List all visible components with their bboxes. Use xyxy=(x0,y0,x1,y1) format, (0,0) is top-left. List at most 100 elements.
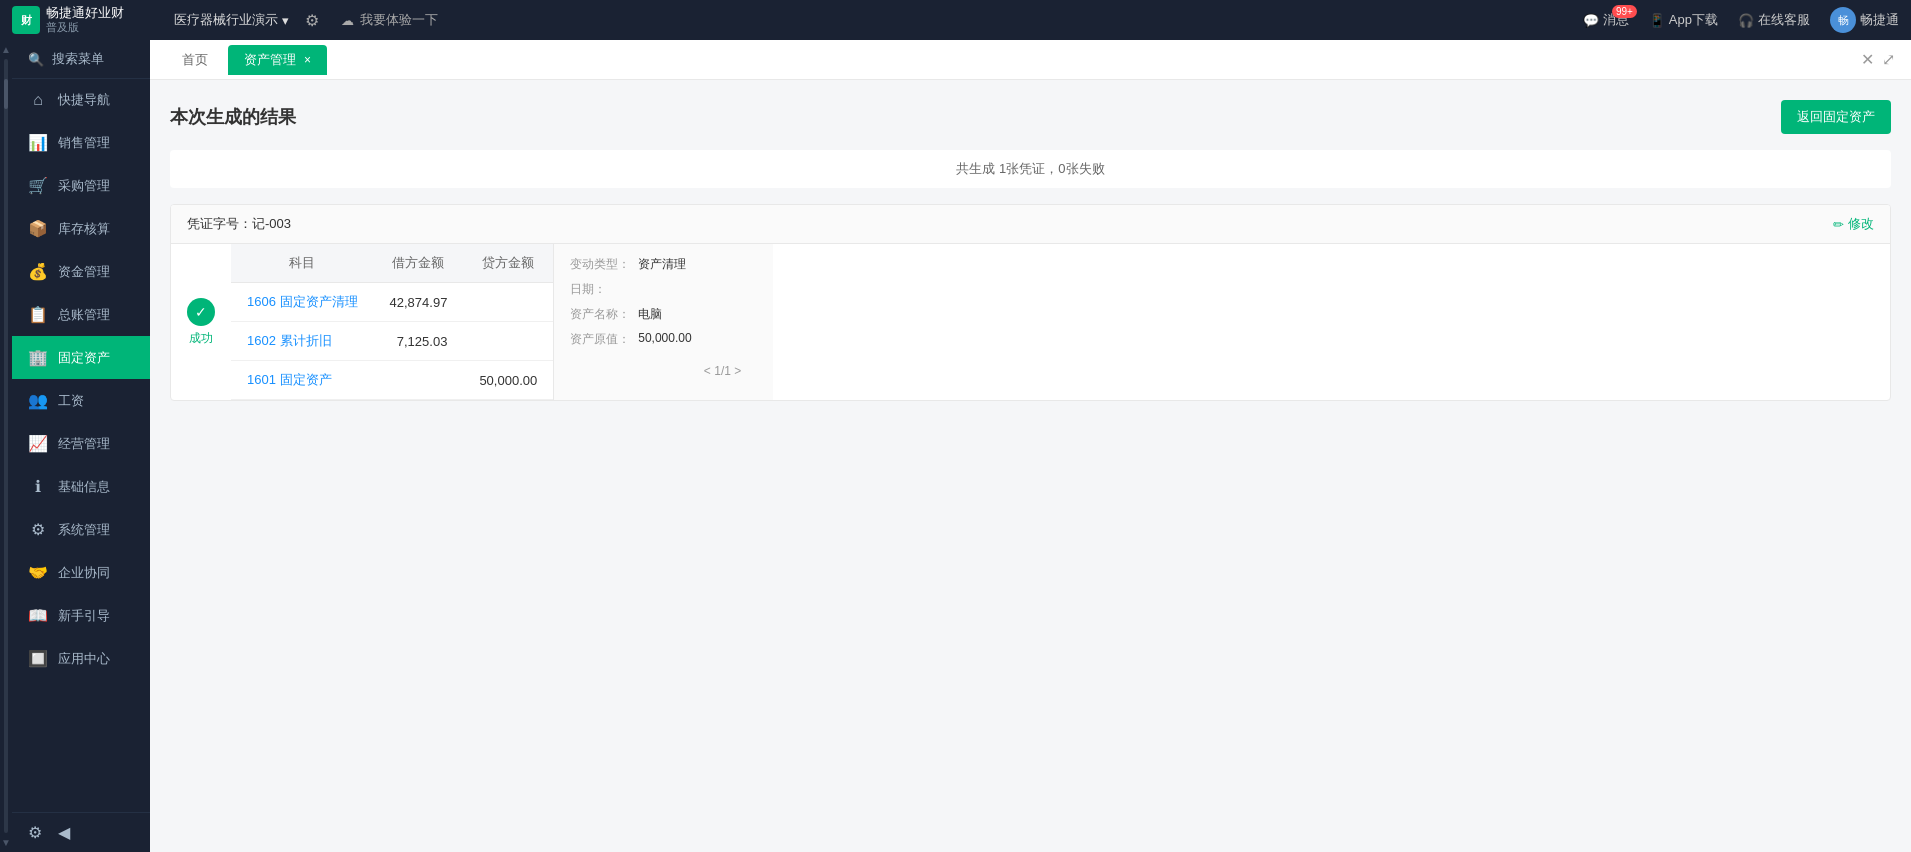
tab-bar: 首页 资产管理 × ✕ ⤢ xyxy=(150,40,1911,80)
sidebar: 🔍 搜索菜单 ⌂ 快捷导航 📊 销售管理 🛒 采购管理 📦 库存核算 💰 xyxy=(12,40,150,852)
main-layout: ▲ ▼ 🔍 搜索菜单 ⌂ 快捷导航 📊 销售管理 🛒 采购管理 xyxy=(0,40,1911,852)
asset-value-value: 50,000.00 xyxy=(638,331,691,348)
sidebar-label-inventory: 库存核算 xyxy=(58,220,110,238)
page-content: 本次生成的结果 返回固定资产 共生成 1张凭证，0张失败 凭证字号：记-003 … xyxy=(150,80,1911,852)
sidebar-label-basic-info: 基础信息 xyxy=(58,478,110,496)
summary-text: 共生成 1张凭证，0张失败 xyxy=(956,161,1104,176)
customer-service-label: 在线客服 xyxy=(1758,11,1810,29)
status-text: 成功 xyxy=(189,330,213,347)
sidebar-item-sales[interactable]: 📊 销售管理 xyxy=(12,121,150,164)
topbar: 财 畅捷通好业财 普及版 医疗器械行业演示 ▾ ⚙ ☁ 我要体验一下 💬 消息 … xyxy=(0,0,1911,40)
fixed-assets-icon: 🏢 xyxy=(28,348,48,367)
dropdown-icon: ▾ xyxy=(282,13,289,28)
row2-subject: 1602 累计折旧 xyxy=(231,322,374,361)
row1-credit xyxy=(463,283,553,322)
asset-value-label: 资产原值： xyxy=(570,331,630,348)
basic-info-icon: ℹ xyxy=(28,477,48,496)
app-download-label: App下载 xyxy=(1669,11,1718,29)
sidebar-label-sales: 销售管理 xyxy=(58,134,110,152)
panel-close-icon[interactable]: ✕ xyxy=(1861,50,1874,69)
company-settings-icon[interactable]: ⚙ xyxy=(305,11,319,30)
avatar: 畅 xyxy=(1830,7,1856,33)
panel-expand-icon[interactable]: ⤢ xyxy=(1882,50,1895,69)
experience-area[interactable]: ☁ 我要体验一下 xyxy=(341,11,438,29)
app-edition: 普及版 xyxy=(46,20,124,35)
sidebar-item-apps[interactable]: 🔲 应用中心 xyxy=(12,637,150,680)
sidebar-item-guide[interactable]: 📖 新手引导 xyxy=(12,594,150,637)
sidebar-item-quick-nav[interactable]: ⌂ 快捷导航 xyxy=(12,79,150,121)
sidebar-item-system[interactable]: ⚙ 系统管理 xyxy=(12,508,150,551)
sidebar-search[interactable]: 🔍 搜索菜单 xyxy=(12,40,150,79)
system-icon: ⚙ xyxy=(28,520,48,539)
inventory-icon: 📦 xyxy=(28,219,48,238)
sidebar-label-apps: 应用中心 xyxy=(58,650,110,668)
sidebar-label-ops: 经营管理 xyxy=(58,435,110,453)
app-download-button[interactable]: 📱 App下载 xyxy=(1649,11,1718,29)
cloud-icon: ☁ xyxy=(341,13,354,28)
sidebar-label-enterprise: 企业协同 xyxy=(58,564,110,582)
sidebar-label-fixed-assets: 固定资产 xyxy=(58,349,110,367)
voucher-body: ✓ 成功 科目 借方金额 贷方金额 xyxy=(171,244,1890,400)
sidebar-item-ops[interactable]: 📈 经营管理 xyxy=(12,422,150,465)
side-pagination[interactable]: < 1/1 > xyxy=(570,356,757,386)
settings-bottom-icon[interactable]: ⚙ xyxy=(28,823,42,842)
sidebar-label-finance: 资金管理 xyxy=(58,263,110,281)
tab-home[interactable]: 首页 xyxy=(166,45,224,75)
voucher-status: ✓ 成功 xyxy=(171,244,231,400)
voucher-edit-button[interactable]: ✏ 修改 xyxy=(1833,215,1874,233)
voucher-table-wrapper: 科目 借方金额 贷方金额 1606 固定资产清理 42,874.97 xyxy=(231,244,553,400)
col-header-subject: 科目 xyxy=(231,244,374,283)
sidebar-item-fixed-assets[interactable]: 🏢 固定资产 xyxy=(12,336,150,379)
user-menu[interactable]: 畅 畅捷通 xyxy=(1830,7,1899,33)
row2-credit xyxy=(463,322,553,361)
sidebar-item-inventory[interactable]: 📦 库存核算 xyxy=(12,207,150,250)
row3-credit: 50,000.00 xyxy=(463,361,553,400)
sidebar-bottom: ⚙ ◀ xyxy=(12,812,150,852)
messages-button[interactable]: 💬 消息 99+ xyxy=(1583,11,1629,29)
apps-icon: 🔲 xyxy=(28,649,48,668)
tab-asset-management[interactable]: 资产管理 × xyxy=(228,45,327,75)
asset-name-label: 资产名称： xyxy=(570,306,630,323)
sidebar-item-finance[interactable]: 💰 资金管理 xyxy=(12,250,150,293)
sidebar-item-basic-info[interactable]: ℹ 基础信息 xyxy=(12,465,150,508)
search-icon: 🔍 xyxy=(28,52,44,67)
sidebar-label-system: 系统管理 xyxy=(58,521,110,539)
company-name: 医疗器械行业演示 xyxy=(174,11,278,29)
sidebar-scroll-up[interactable]: ▲ xyxy=(1,44,11,55)
voucher-card: 凭证字号：记-003 ✏ 修改 ✓ 成功 xyxy=(170,204,1891,401)
messages-badge: 99+ xyxy=(1612,5,1637,18)
user-name: 畅捷通 xyxy=(1860,11,1899,29)
date-label: 日期： xyxy=(570,281,606,298)
message-icon: 💬 xyxy=(1583,13,1599,28)
return-button[interactable]: 返回固定资产 xyxy=(1781,100,1891,134)
customer-service-button[interactable]: 🎧 在线客服 xyxy=(1738,11,1810,29)
sidebar-item-enterprise[interactable]: 🤝 企业协同 xyxy=(12,551,150,594)
app-name: 畅捷通好业财 xyxy=(46,5,124,21)
home-tab-label: 首页 xyxy=(182,52,208,67)
sidebar-item-ledger[interactable]: 📋 总账管理 xyxy=(12,293,150,336)
sidebar-scroll-down[interactable]: ▼ xyxy=(1,837,11,848)
sidebar-label-quick-nav: 快捷导航 xyxy=(58,91,110,109)
sales-icon: 📊 xyxy=(28,133,48,152)
purchase-icon: 🛒 xyxy=(28,176,48,195)
active-tab-label: 资产管理 xyxy=(244,51,296,69)
page-header: 本次生成的结果 返回固定资产 xyxy=(170,100,1891,134)
download-icon: 📱 xyxy=(1649,13,1665,28)
table-row: 1601 固定资产 50,000.00 xyxy=(231,361,553,400)
ledger-icon: 📋 xyxy=(28,305,48,324)
toggle-sidebar-button[interactable]: ◀ xyxy=(58,823,70,842)
edit-label: 修改 xyxy=(1848,215,1874,233)
page-title: 本次生成的结果 xyxy=(170,105,296,129)
experience-text: 我要体验一下 xyxy=(360,11,438,29)
home-icon: ⌂ xyxy=(28,91,48,109)
tab-close-icon[interactable]: × xyxy=(304,53,311,67)
row1-debit: 42,874.97 xyxy=(374,283,464,322)
sidebar-item-payroll[interactable]: 👥 工资 xyxy=(12,379,150,422)
status-check-icon: ✓ xyxy=(187,298,215,326)
content-area: 首页 资产管理 × ✕ ⤢ 本次生成的结果 返回固定资产 共生成 1张凭证，0张… xyxy=(150,40,1911,852)
side-info-asset-value: 资产原值： 50,000.00 xyxy=(570,331,757,348)
company-selector[interactable]: 医疗器械行业演示 ▾ xyxy=(174,11,289,29)
sidebar-item-purchase[interactable]: 🛒 采购管理 xyxy=(12,164,150,207)
payroll-icon: 👥 xyxy=(28,391,48,410)
table-row: 1602 累计折旧 7,125.03 xyxy=(231,322,553,361)
